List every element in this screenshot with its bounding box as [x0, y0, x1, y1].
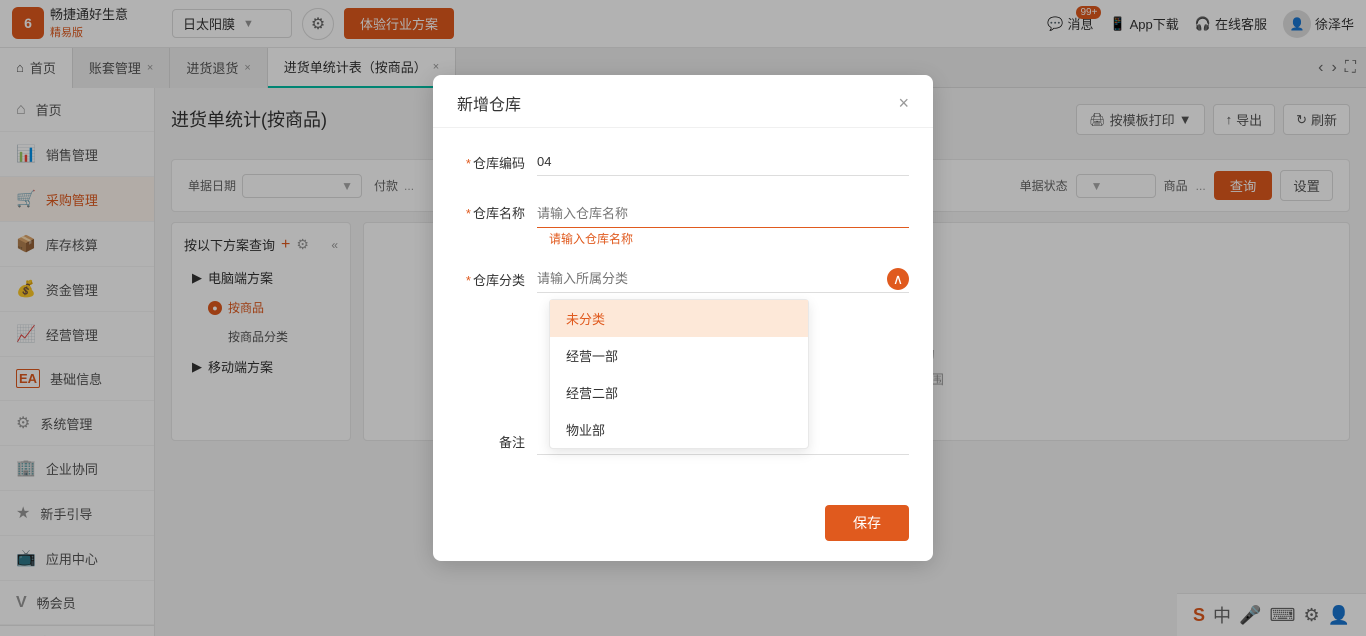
name-error-msg: 请输入仓库名称 — [549, 232, 633, 246]
dropdown-item-ops2[interactable]: 经营二部 — [550, 374, 808, 411]
category-toggle-button[interactable]: ∧ — [887, 268, 909, 290]
category-input[interactable] — [537, 265, 909, 293]
form-row-code: 仓库编码 — [457, 148, 909, 180]
dropdown-item-none[interactable]: 未分类 — [550, 300, 808, 337]
category-label: 仓库分类 — [457, 265, 537, 297]
modal-close-button[interactable]: × — [898, 94, 909, 112]
code-input[interactable] — [537, 148, 909, 176]
chevron-up-icon: ∧ — [893, 271, 903, 288]
category-input-wrap: ∧ — [537, 265, 909, 293]
code-label: 仓库编码 — [457, 148, 537, 180]
name-label: 仓库名称 — [457, 198, 537, 230]
category-dropdown: 未分类 经营一部 经营二部 物业部 — [549, 299, 809, 449]
form-row-name: 仓库名称 请输入仓库名称 — [457, 198, 909, 247]
form-row-category: 仓库分类 ∧ 未分类 经营一部 经营二部 物业部 — [457, 265, 909, 297]
add-warehouse-modal: 新增仓库 × 仓库编码 仓库名称 请输入仓库名称 仓库分类 — [433, 75, 933, 561]
save-button[interactable]: 保存 — [825, 505, 909, 541]
modal-footer: 保存 — [433, 493, 933, 561]
dropdown-item-property[interactable]: 物业部 — [550, 411, 808, 448]
dropdown-item-ops1[interactable]: 经营一部 — [550, 337, 808, 374]
remark-label: 备注 — [457, 427, 537, 459]
modal-body: 仓库编码 仓库名称 请输入仓库名称 仓库分类 ∧ — [433, 128, 933, 493]
name-input[interactable] — [537, 200, 909, 228]
modal-title: 新增仓库 — [457, 91, 521, 115]
modal-overlay[interactable]: 新增仓库 × 仓库编码 仓库名称 请输入仓库名称 仓库分类 — [0, 0, 1366, 636]
modal-header: 新增仓库 × — [433, 75, 933, 128]
